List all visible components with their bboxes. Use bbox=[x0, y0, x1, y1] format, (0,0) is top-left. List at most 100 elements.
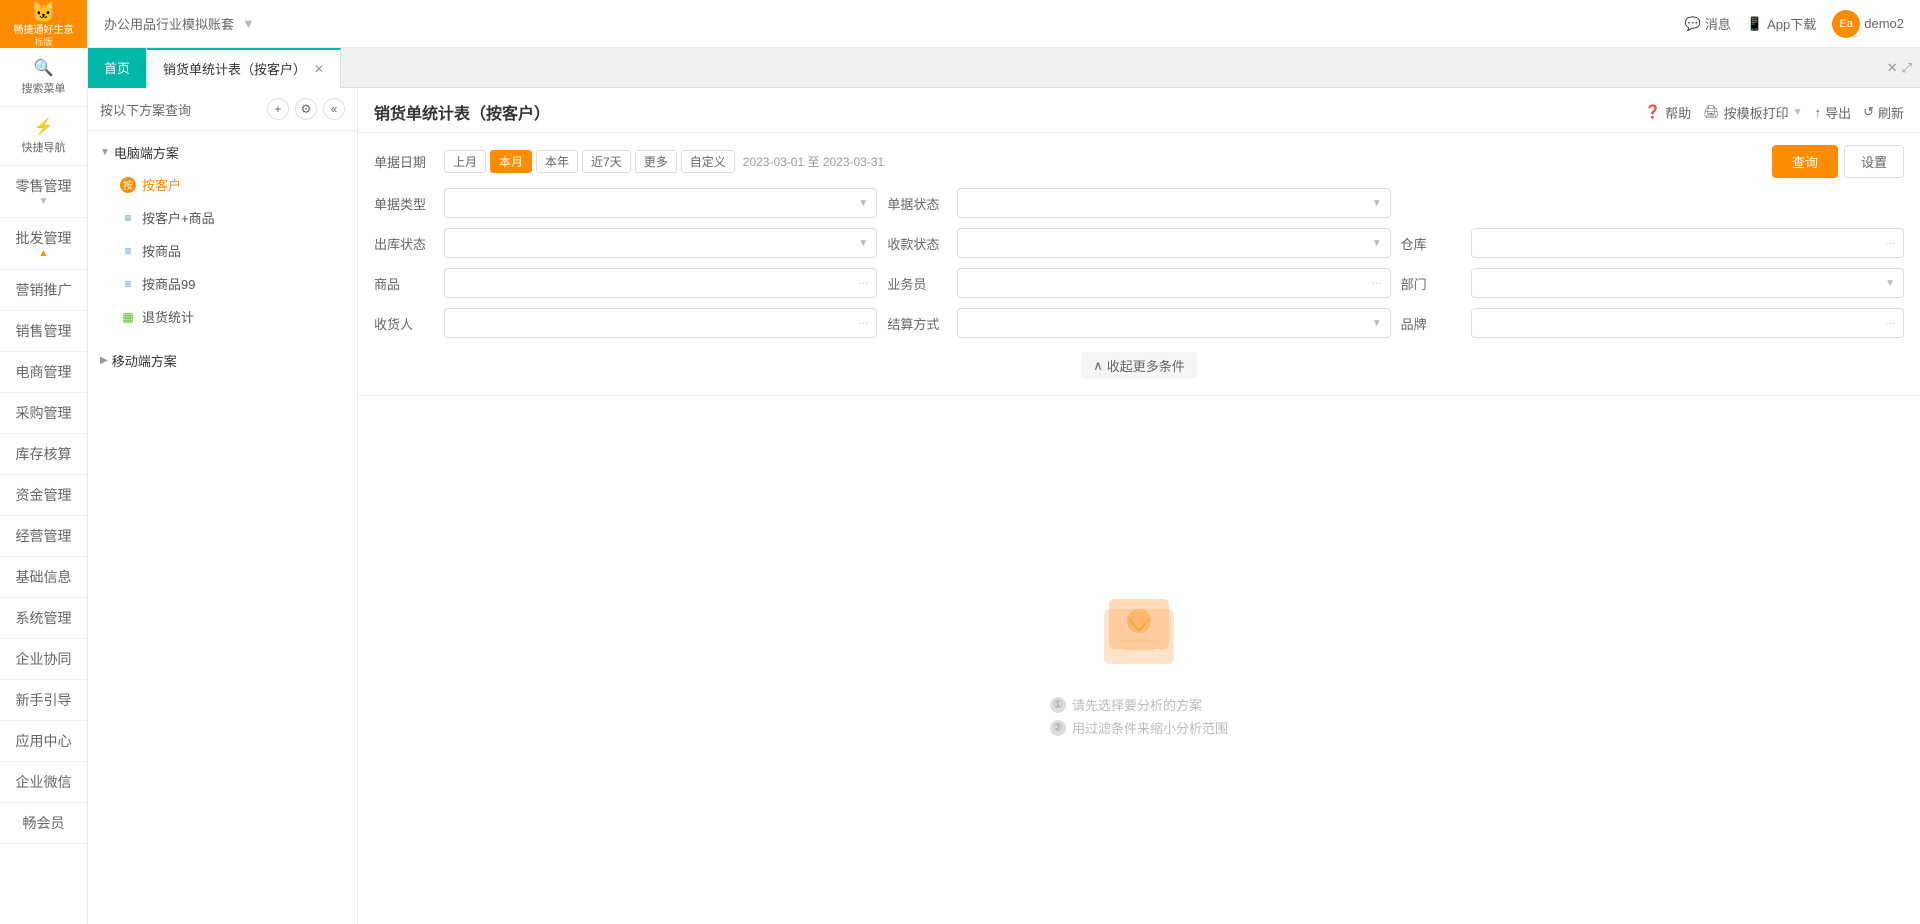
scheme-item-by-goods-99[interactable]: ≡ 按商品99 bbox=[88, 267, 357, 300]
message-btn[interactable]: 💬 消息 bbox=[1685, 14, 1731, 33]
sidebar-item-purchase[interactable]: 采购管理 bbox=[0, 393, 87, 434]
scheme-section-mobile: ▶ 移动端方案 bbox=[88, 339, 357, 382]
scheme-section-mobile-header[interactable]: ▶ 移动端方案 bbox=[88, 345, 357, 376]
empty-illustration bbox=[1079, 579, 1199, 679]
tab-close-icon[interactable]: ✕ bbox=[314, 62, 324, 76]
sidebar-item-app-center[interactable]: 应用中心 bbox=[0, 721, 87, 762]
dropdown-icon[interactable]: ▼ bbox=[242, 16, 255, 31]
settings-button[interactable]: 设置 bbox=[1844, 145, 1904, 178]
receipt-status-filter: 收款状态 ▼ bbox=[887, 228, 1390, 258]
department-input[interactable]: ▼ bbox=[1471, 268, 1904, 298]
sidebar-item-member[interactable]: 畅会员 bbox=[0, 803, 87, 844]
scheme-item-return-stats[interactable]: ▦ 退货统计 bbox=[88, 300, 357, 333]
date-range-display: 2023-03-01 至 2023-03-31 bbox=[743, 153, 884, 170]
scheme-item-by-customer-goods[interactable]: ≡ 按客户+商品 bbox=[88, 201, 357, 234]
goods-input[interactable]: ··· bbox=[444, 268, 877, 298]
settlement-input[interactable]: ▼ bbox=[957, 308, 1390, 338]
empty-tips-list: ① 请先选择要分析的方案 ② 用过滤条件来缩小分析范围 bbox=[1050, 691, 1228, 741]
scheme-add-btn[interactable]: + bbox=[267, 98, 289, 120]
salesperson-filter: 业务员 ··· bbox=[887, 268, 1390, 298]
logo-text: 畅捷通好生意标版 bbox=[14, 25, 74, 49]
sidebar-app-center-label: 应用中心 bbox=[4, 731, 83, 751]
doc-status-input[interactable]: ▼ bbox=[957, 188, 1390, 218]
doc-type-filter: 单据类型 ▼ bbox=[374, 188, 877, 218]
sidebar-inventory-label: 库存核算 bbox=[4, 444, 83, 464]
sidebar-item-marketing[interactable]: 营销推广 bbox=[0, 270, 87, 311]
sidebar-item-inventory[interactable]: 库存核算 bbox=[0, 434, 87, 475]
date-btn-last-7[interactable]: 近7天 bbox=[582, 150, 631, 173]
export-label: 导出 bbox=[1825, 103, 1851, 122]
date-filter-label: 单据日期 bbox=[374, 152, 444, 171]
consignee-label: 收货人 bbox=[374, 314, 444, 333]
receipt-status-input[interactable]: ▼ bbox=[957, 228, 1390, 258]
query-button[interactable]: 查询 bbox=[1772, 145, 1838, 178]
brand-input[interactable]: ··· bbox=[1471, 308, 1904, 338]
scheme-section-desktop-header[interactable]: ▼ 电脑端方案 bbox=[88, 137, 357, 168]
help-label: 帮助 bbox=[1665, 103, 1691, 122]
sidebar-item-ecommerce[interactable]: 电商管理 bbox=[0, 352, 87, 393]
empty-tip-1: ① 请先选择要分析的方案 bbox=[1050, 695, 1228, 714]
date-btn-this-month[interactable]: 本月 bbox=[490, 150, 532, 173]
tab-bar-right: ✕ ⤢ bbox=[1887, 60, 1920, 76]
scheme-item-by-goods-99-label: 按商品99 bbox=[142, 274, 195, 293]
department-dropdown-icon: ▼ bbox=[1885, 278, 1895, 289]
print-dropdown-icon: ▼ bbox=[1793, 107, 1803, 118]
sidebar-enterprise-label: 企业协同 bbox=[4, 649, 83, 669]
sidebar-item-retail[interactable]: 零售管理 ▼ bbox=[0, 166, 87, 218]
export-action[interactable]: ↑ 导出 bbox=[1815, 103, 1852, 122]
doc-status-filter: 单据状态 ▼ bbox=[887, 188, 1390, 218]
content-area: 按以下方案查询 + ⚙ « ▼ 电脑端方案 按 按客户 ≡ bbox=[88, 88, 1920, 924]
sidebar-item-system[interactable]: 系统管理 bbox=[0, 598, 87, 639]
sidebar-item-sales[interactable]: 销售管理 bbox=[0, 311, 87, 352]
doc-type-input[interactable]: ▼ bbox=[444, 188, 877, 218]
out-status-input[interactable]: ▼ bbox=[444, 228, 877, 258]
date-btn-this-year[interactable]: 本年 bbox=[536, 150, 578, 173]
avatar: Ea bbox=[1832, 10, 1860, 38]
tip-num-2: ② bbox=[1050, 720, 1066, 736]
scheme-settings-btn[interactable]: ⚙ bbox=[295, 98, 317, 120]
sidebar-item-enterprise[interactable]: 企业协同 bbox=[0, 639, 87, 680]
scheme-item-by-goods[interactable]: ≡ 按商品 bbox=[88, 234, 357, 267]
sidebar-basic-label: 基础信息 bbox=[4, 567, 83, 587]
logo-icon: 🐱 bbox=[31, 0, 56, 25]
sidebar-item-wholesale[interactable]: 批发管理 ▲ bbox=[0, 218, 87, 270]
template-print-action[interactable]: 🖨 按模板打印 ▼ bbox=[1703, 103, 1802, 122]
scheme-collapse-btn[interactable]: « bbox=[323, 98, 345, 120]
sidebar-item-operations[interactable]: 经营管理 bbox=[0, 516, 87, 557]
tab-sales-stats[interactable]: 销货单统计表（按客户） ✕ bbox=[147, 48, 341, 88]
filter-row-2: 出库状态 ▼ 收款状态 ▼ 仓库 bbox=[374, 228, 1904, 258]
window-close-icon[interactable]: ✕ bbox=[1887, 60, 1898, 76]
consignee-input[interactable]: ··· bbox=[444, 308, 877, 338]
tab-home[interactable]: 首页 bbox=[88, 48, 147, 88]
sidebar-item-enterprise-wechat[interactable]: 企业微信 bbox=[0, 762, 87, 803]
main-panel: 销货单统计表（按客户） ❓ 帮助 🖨 按模板打印 ▼ ↑ 导出 bbox=[358, 88, 1920, 924]
help-action[interactable]: ❓ 帮助 bbox=[1645, 103, 1691, 122]
consignee-more-icon: ··· bbox=[858, 318, 868, 329]
date-filter-buttons: 上月 本月 本年 近7天 更多 自定义 2023-03-01 至 2023-03… bbox=[444, 147, 884, 177]
page-title-bar: 销货单统计表（按客户） ❓ 帮助 🖨 按模板打印 ▼ ↑ 导出 bbox=[358, 88, 1920, 133]
user-profile[interactable]: Ea demo2 bbox=[1832, 10, 1904, 38]
date-filter-row: 单据日期 上月 本月 本年 近7天 更多 自定义 2023-03-01 至 20… bbox=[374, 145, 1904, 178]
warehouse-input[interactable]: ··· bbox=[1471, 228, 1904, 258]
filter-area: 单据日期 上月 本月 本年 近7天 更多 自定义 2023-03-01 至 20… bbox=[358, 133, 1920, 396]
date-btn-custom[interactable]: 自定义 bbox=[681, 150, 735, 173]
scheme-icon-return-stats: ▦ bbox=[120, 309, 136, 325]
sidebar-item-finance[interactable]: 资金管理 bbox=[0, 475, 87, 516]
refresh-action[interactable]: ↺ 刷新 bbox=[1863, 103, 1904, 122]
app-download-btn[interactable]: 📱 App下载 bbox=[1747, 14, 1816, 33]
date-btn-last-month[interactable]: 上月 bbox=[444, 150, 486, 173]
collapse-button[interactable]: ∧ 收起更多条件 bbox=[1081, 352, 1197, 379]
collapse-label: 收起更多条件 bbox=[1107, 356, 1185, 375]
out-status-label: 出库状态 bbox=[374, 234, 444, 253]
empty-tip-1-text: 请先选择要分析的方案 bbox=[1072, 695, 1202, 714]
window-maximize-icon[interactable]: ⤢ bbox=[1902, 60, 1912, 76]
scheme-item-by-customer[interactable]: 按 按客户 bbox=[88, 168, 357, 201]
sidebar-item-quick-nav[interactable]: ⚡ 快捷导航 bbox=[0, 107, 87, 166]
sidebar-item-new-guide[interactable]: 新手引导 bbox=[0, 680, 87, 721]
sidebar-item-search[interactable]: 🔍 搜索菜单 bbox=[0, 48, 87, 107]
section-arrow-mobile: ▶ bbox=[100, 355, 108, 366]
sidebar-item-basic[interactable]: 基础信息 bbox=[0, 557, 87, 598]
scheme-icon-by-customer: 按 bbox=[120, 177, 136, 193]
salesperson-input[interactable]: ··· bbox=[957, 268, 1390, 298]
date-btn-more[interactable]: 更多 bbox=[635, 150, 677, 173]
